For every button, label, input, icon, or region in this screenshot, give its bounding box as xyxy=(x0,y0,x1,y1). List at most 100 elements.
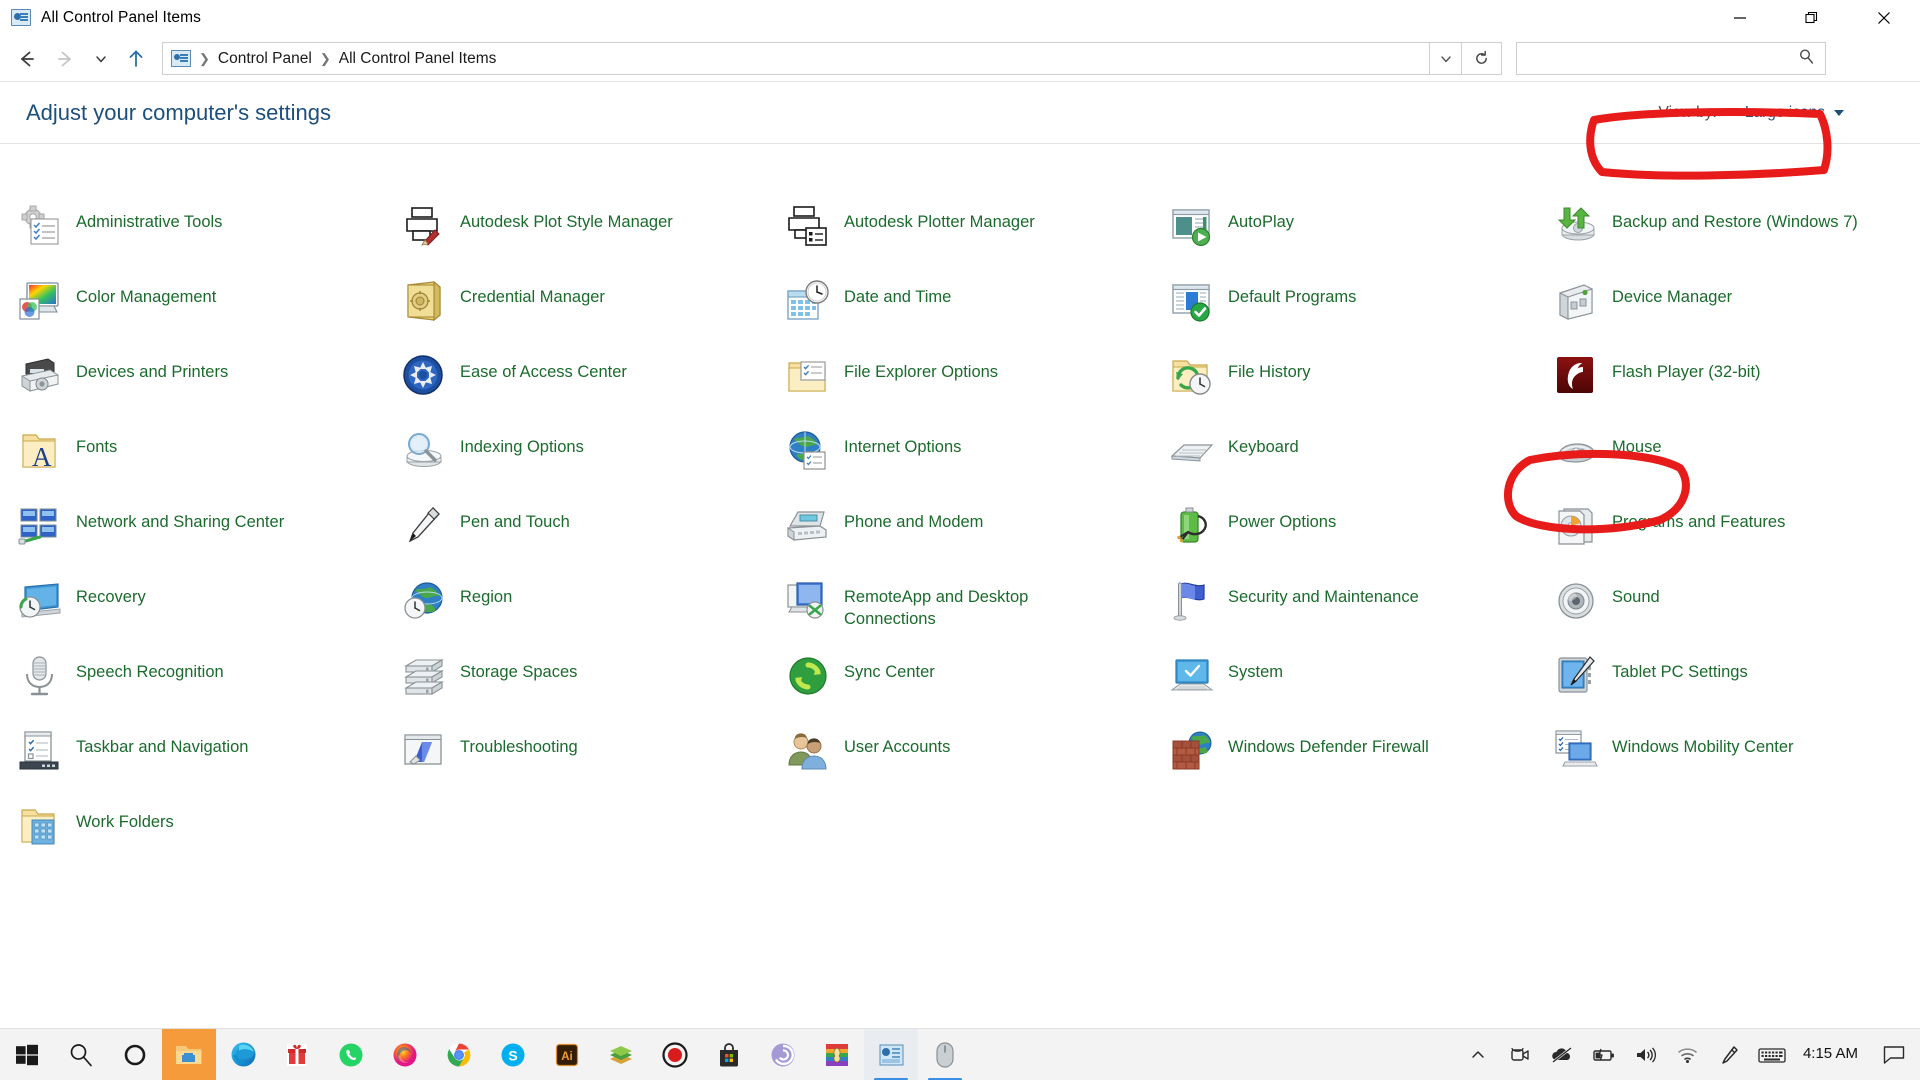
cp-item-phone-and-modem[interactable]: Phone and Modem xyxy=(786,498,1170,573)
camera-tray-icon[interactable] xyxy=(1499,1029,1541,1080)
cp-item-speech-recognition[interactable]: Speech Recognition xyxy=(18,648,402,723)
cp-item-autodesk-plot-style-manager[interactable]: Autodesk Plot Style Manager xyxy=(402,198,786,273)
cp-item-device-manager[interactable]: Device Manager xyxy=(1554,273,1920,348)
cp-item-label: Storage Spaces xyxy=(460,663,578,681)
minimize-button[interactable] xyxy=(1704,0,1776,36)
cp-item-keyboard[interactable]: Keyboard xyxy=(1170,423,1554,498)
phone-and-modem-icon xyxy=(786,504,830,548)
cp-item-flash-player[interactable]: Flash Player (32-bit) xyxy=(1554,348,1920,423)
cp-item-security-and-maintenance[interactable]: Security and Maintenance xyxy=(1170,573,1554,648)
search-input[interactable] xyxy=(1527,50,1798,67)
cp-item-taskbar-and-navigation[interactable]: Taskbar and Navigation xyxy=(18,723,402,798)
cp-item-internet-options[interactable]: Internet Options xyxy=(786,423,1170,498)
show-hidden-icons-button[interactable] xyxy=(1457,1029,1499,1080)
clock[interactable]: 4:15 AM xyxy=(1793,1046,1872,1063)
cp-item-label: Phone and Modem xyxy=(844,513,984,531)
control-panel-button[interactable] xyxy=(864,1028,918,1080)
view-by-dropdown[interactable]: Large icons xyxy=(1745,104,1844,122)
cp-item-remoteapp-and-desktop-connections[interactable]: RemoteApp and Desktop Connections xyxy=(786,573,1170,648)
control-panel-icon xyxy=(11,9,31,27)
file-explorer-button[interactable] xyxy=(162,1028,216,1080)
cp-item-label: Keyboard xyxy=(1228,438,1299,456)
recorder-button[interactable] xyxy=(648,1029,702,1080)
cp-item-power-options[interactable]: Power Options xyxy=(1170,498,1554,573)
cortana-button[interactable] xyxy=(108,1029,162,1080)
cp-item-label: Autodesk Plot Style Manager xyxy=(460,213,673,231)
forward-button[interactable] xyxy=(46,39,86,79)
cp-item-ease-of-access-center[interactable]: Ease of Access Center xyxy=(402,348,786,423)
cp-item-fonts[interactable]: A Fonts xyxy=(18,423,402,498)
view-by-control[interactable]: View by: Large icons xyxy=(1659,104,1844,122)
up-button[interactable] xyxy=(116,39,156,79)
search-button[interactable] xyxy=(54,1029,108,1080)
cp-item-sync-center[interactable]: Sync Center xyxy=(786,648,1170,723)
cp-item-devices-and-printers[interactable]: Devices and Printers xyxy=(18,348,402,423)
cp-item-default-programs[interactable]: Default Programs xyxy=(1170,273,1554,348)
cp-item-troubleshooting[interactable]: Troubleshooting xyxy=(402,723,786,798)
cp-item-windows-defender-firewall[interactable]: Windows Defender Firewall xyxy=(1170,723,1554,798)
cp-item-programs-and-features[interactable]: Programs and Features xyxy=(1554,498,1920,573)
store-button[interactable] xyxy=(702,1029,756,1080)
edge-button[interactable] xyxy=(216,1029,270,1080)
cp-item-work-folders[interactable]: Work Folders xyxy=(18,798,402,873)
action-center-button[interactable] xyxy=(1872,1029,1916,1080)
cp-item-network-and-sharing-center[interactable]: Network and Sharing Center xyxy=(18,498,402,573)
cp-item-storage-spaces[interactable]: Storage Spaces xyxy=(402,648,786,723)
illustrator-button[interactable]: Ai xyxy=(540,1029,594,1080)
onedrive-offline-icon[interactable] xyxy=(1541,1029,1583,1080)
cp-item-system[interactable]: System xyxy=(1170,648,1554,723)
recent-locations-button[interactable] xyxy=(86,39,116,79)
close-button[interactable] xyxy=(1848,0,1920,36)
cp-item-credential-manager[interactable]: Credential Manager xyxy=(402,273,786,348)
restore-button[interactable] xyxy=(1776,0,1848,36)
winrar-button[interactable] xyxy=(810,1029,864,1080)
breadcrumb[interactable]: ❯ Control Panel ❯ All Control Panel Item… xyxy=(162,42,1430,75)
cp-item-label: Backup and Restore (Windows 7) xyxy=(1612,213,1858,231)
skype-button[interactable]: S xyxy=(486,1029,540,1080)
books-button[interactable] xyxy=(594,1029,648,1080)
search-box[interactable] xyxy=(1516,42,1826,75)
cp-item-backup-and-restore[interactable]: Backup and Restore (Windows 7) xyxy=(1554,198,1920,273)
volume-tray-icon[interactable] xyxy=(1625,1029,1667,1080)
cp-item-label: Default Programs xyxy=(1228,288,1357,306)
cp-item-sound[interactable]: Sound xyxy=(1554,573,1920,648)
battery-tray-icon[interactable] xyxy=(1583,1029,1625,1080)
default-programs-icon xyxy=(1170,279,1214,323)
cp-item-mouse[interactable]: Mouse xyxy=(1554,423,1920,498)
cp-item-autodesk-plotter-manager[interactable]: Autodesk Plotter Manager xyxy=(786,198,1170,273)
cp-item-color-management[interactable]: Color Management xyxy=(18,273,402,348)
cp-item-windows-mobility-center[interactable]: Windows Mobility Center xyxy=(1554,723,1920,798)
cp-item-autoplay[interactable]: AutoPlay xyxy=(1170,198,1554,273)
cp-item-indexing-options[interactable]: Indexing Options xyxy=(402,423,786,498)
address-dropdown-button[interactable] xyxy=(1430,42,1462,75)
firefox-button[interactable] xyxy=(378,1029,432,1080)
touch-keyboard-icon[interactable] xyxy=(1751,1029,1793,1080)
gift-app-button[interactable] xyxy=(270,1029,324,1080)
chrome-button[interactable] xyxy=(432,1029,486,1080)
cp-item-recovery[interactable]: Recovery xyxy=(18,573,402,648)
breadcrumb-item-all-control-panel-items[interactable]: All Control Panel Items xyxy=(339,50,497,68)
cp-item-region[interactable]: Region xyxy=(402,573,786,648)
breadcrumb-item-control-panel[interactable]: Control Panel xyxy=(218,50,312,68)
cp-item-user-accounts[interactable]: User Accounts xyxy=(786,723,1170,798)
cp-item-administrative-tools[interactable]: Administrative Tools xyxy=(18,198,402,273)
cp-item-date-and-time[interactable]: Date and Time xyxy=(786,273,1170,348)
cp-item-file-explorer-options[interactable]: File Explorer Options xyxy=(786,348,1170,423)
cp-item-file-history[interactable]: File History xyxy=(1170,348,1554,423)
cp-item-label: File History xyxy=(1228,363,1311,381)
start-button[interactable] xyxy=(0,1029,54,1080)
cp-item-label: Security and Maintenance xyxy=(1228,588,1419,606)
whatsapp-button[interactable] xyxy=(324,1029,378,1080)
taskbar-and-navigation-icon xyxy=(18,729,62,773)
device-manager-icon xyxy=(1554,279,1598,323)
bittorrent-button[interactable] xyxy=(756,1029,810,1080)
back-button[interactable] xyxy=(6,39,46,79)
cp-item-tablet-pc-settings[interactable]: Tablet PC Settings xyxy=(1554,648,1920,723)
cp-item-pen-and-touch[interactable]: Pen and Touch xyxy=(402,498,786,573)
pen-tray-icon[interactable] xyxy=(1709,1029,1751,1080)
network-tray-icon[interactable] xyxy=(1667,1029,1709,1080)
svg-text:Ai: Ai xyxy=(561,1051,573,1063)
mouse-app-button[interactable] xyxy=(918,1029,972,1080)
refresh-button[interactable] xyxy=(1462,42,1502,75)
address-bar[interactable]: ❯ Control Panel ❯ All Control Panel Item… xyxy=(162,42,1502,75)
